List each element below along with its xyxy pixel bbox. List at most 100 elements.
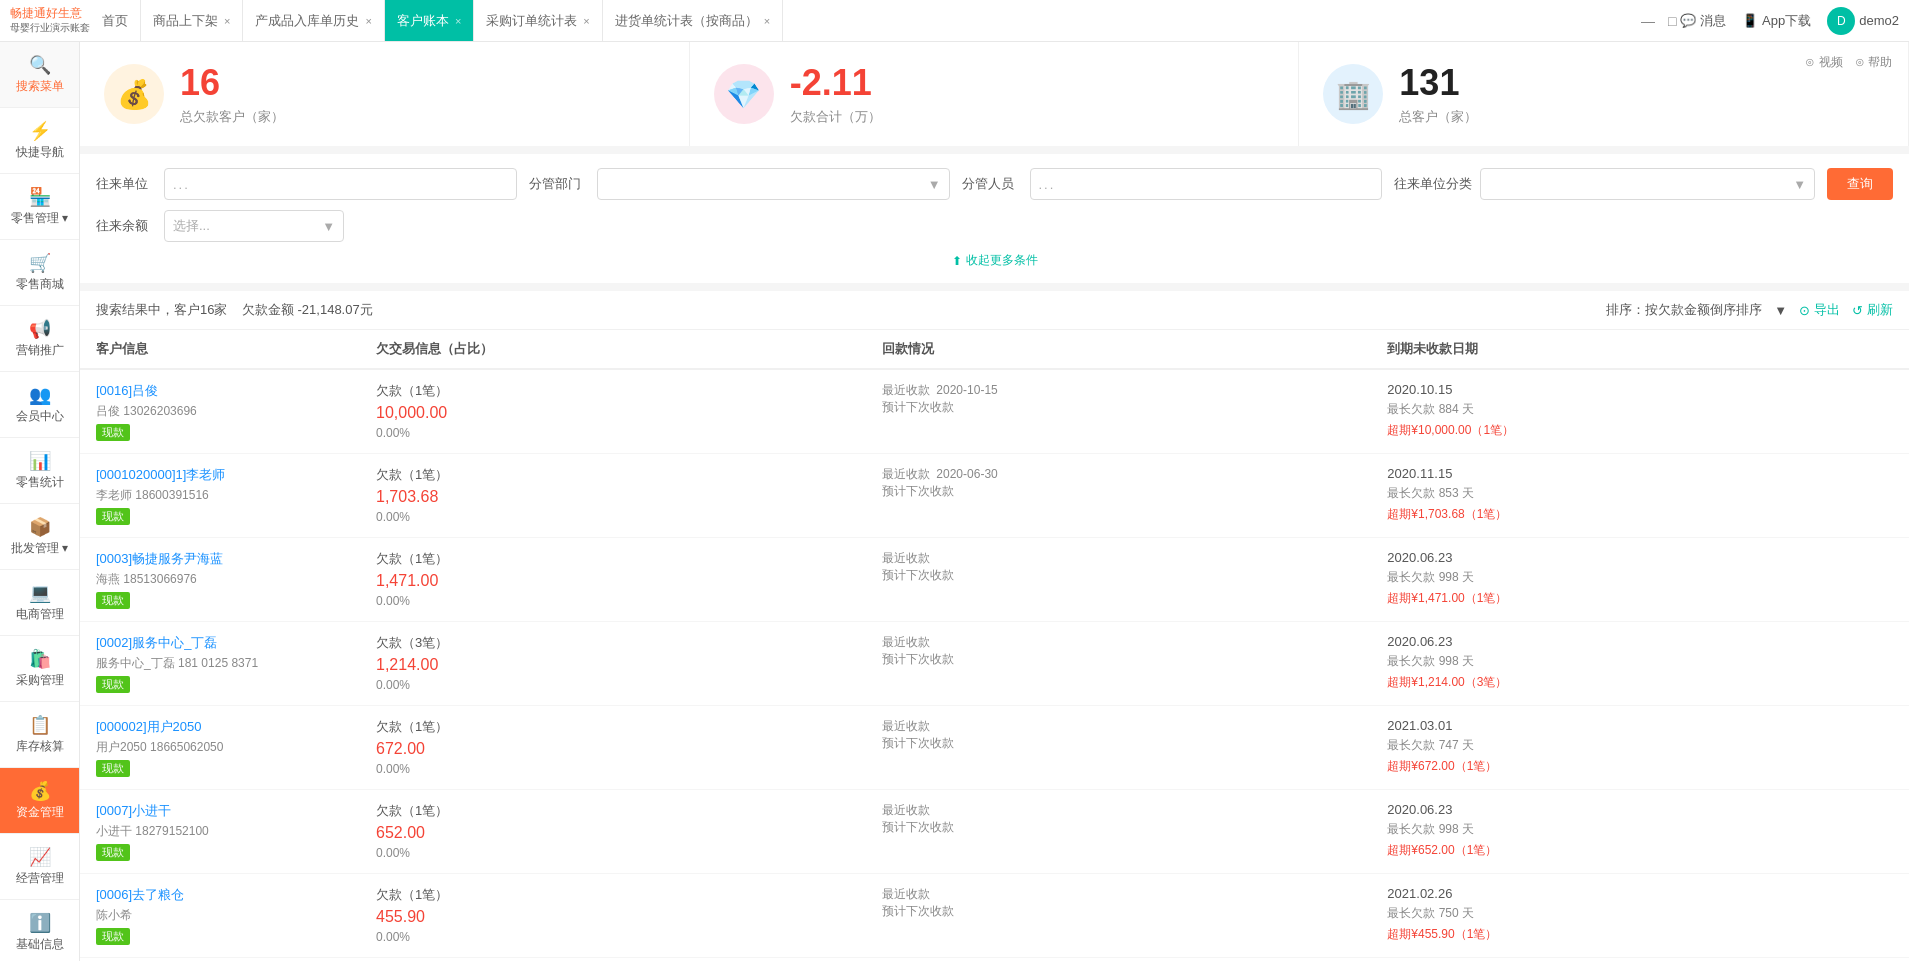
export-button[interactable]: ⊙ 导出 [1799, 301, 1840, 319]
app-download-button[interactable]: 📱 App下载 [1742, 12, 1811, 30]
customer-name-link[interactable]: [0003]畅捷服务尹海蓝 [96, 550, 376, 568]
sidebar-item-finance[interactable]: 💰资金管理 [0, 768, 79, 834]
tab-close-customer-account[interactable]: × [455, 15, 461, 27]
tag-cash: 现款 [96, 424, 130, 441]
next-repay-label: 预计下次收款 [882, 483, 1388, 500]
overdue-days: 最长欠款 853 天 [1387, 485, 1893, 502]
data-table: 客户信息 欠交易信息（占比） 回款情况 到期未收款日期 [0016]吕俊 吕俊 … [80, 330, 1909, 961]
window-minimize[interactable]: — [1640, 13, 1656, 29]
sidebar-icon-quick-nav: ⚡ [29, 120, 51, 142]
debt-percent: 0.00% [376, 762, 882, 776]
dept-select[interactable]: ▼ [597, 168, 950, 200]
tag-cash: 现款 [96, 844, 130, 861]
debt-count: 欠款（1笔） [376, 466, 882, 484]
tab-close-purchase-stat[interactable]: × [764, 15, 770, 27]
overdue-amount[interactable]: 超期¥455.90（1笔） [1387, 926, 1893, 943]
search-button[interactable]: 查询 [1827, 168, 1893, 200]
collapse-more-filters[interactable]: ⬆ 收起更多条件 [96, 252, 1893, 269]
debt-percent: 0.00% [376, 846, 882, 860]
customer-name-link[interactable]: [0007]小进干 [96, 802, 376, 820]
sidebar-item-retail-mall[interactable]: 🛒零售商城 [0, 240, 79, 306]
customer-name-link[interactable]: [0006]去了粮仓 [96, 886, 376, 904]
overdue-amount[interactable]: 超期¥652.00（1笔） [1387, 842, 1893, 859]
overdue-amount[interactable]: 超期¥10,000.00（1笔） [1387, 422, 1893, 439]
sidebar-item-ecommerce[interactable]: 💻电商管理 [0, 570, 79, 636]
debt-count: 欠款（1笔） [376, 382, 882, 400]
filter-supplier-label: 往来单位 [96, 175, 156, 193]
balance-select[interactable]: 选择... ▼ [164, 210, 344, 242]
video-link[interactable]: ⊙ 视频 [1805, 54, 1842, 71]
due-date: 2020.10.15 [1387, 382, 1893, 397]
customer-info: [0016]吕俊 吕俊 13026203696 现款 [96, 382, 376, 441]
due-date: 2020.06.23 [1387, 550, 1893, 565]
supplier-input[interactable]: ... [164, 168, 517, 200]
customer-phone: 小进干 18279152100 [96, 823, 376, 840]
last-repay-label: 最近收款 [882, 886, 1388, 903]
sidebar-item-wholesale-mgmt[interactable]: 📦批发管理 ▾ [0, 504, 79, 570]
tab-home[interactable]: 首页 [90, 0, 141, 41]
tab-close-purchase-order[interactable]: × [583, 15, 589, 27]
last-repay-label: 最近收款 2020-06-30 [882, 466, 1388, 483]
tab-customer-account[interactable]: 客户账本× [385, 0, 474, 41]
sidebar-item-retail-stat[interactable]: 📊零售统计 [0, 438, 79, 504]
sidebar-item-member[interactable]: 👥会员中心 [0, 372, 79, 438]
overdue-amount[interactable]: 超期¥1,703.68（1笔） [1387, 506, 1893, 523]
help-link[interactable]: ⊙ 帮助 [1855, 54, 1892, 71]
next-repay-label: 预计下次收款 [882, 819, 1388, 836]
tab-close-produce-history[interactable]: × [365, 15, 371, 27]
overdue-amount[interactable]: 超期¥1,214.00（3笔） [1387, 674, 1893, 691]
sidebar-item-inventory[interactable]: 📋库存核算 [0, 702, 79, 768]
date-info: 2020.06.23 最长欠款 998 天 超期¥652.00（1笔） [1387, 802, 1893, 859]
overdue-amount[interactable]: 超期¥1,471.00（1笔） [1387, 590, 1893, 607]
chevron-up-icon: ⬆ [952, 254, 962, 268]
last-repay-label: 最近收款 [882, 718, 1388, 735]
window-maximize[interactable]: □ [1664, 13, 1680, 29]
filter-supplier: 往来单位 ... [96, 168, 517, 200]
table-row: [000002]用户2050 用户2050 18665062050 现款 欠款（… [80, 706, 1909, 790]
top-right: 💬 消息 📱 App下载 D demo2 [1680, 7, 1899, 35]
message-button[interactable]: 💬 消息 [1680, 12, 1726, 30]
debt-info: 欠款（1笔） 1,471.00 0.00% [376, 550, 882, 608]
sidebar-item-search[interactable]: 🔍搜索菜单 [0, 42, 79, 108]
sidebar-item-operations[interactable]: 📈经营管理 [0, 834, 79, 900]
customer-phone: 李老师 18600391516 [96, 487, 376, 504]
debt-amount: 455.90 [376, 908, 882, 926]
last-repay-label: 最近收款 [882, 550, 1388, 567]
sidebar-item-quick-nav[interactable]: ⚡快捷导航 [0, 108, 79, 174]
sidebar-icon-member: 👥 [29, 384, 51, 406]
customer-phone: 吕俊 13026203696 [96, 403, 376, 420]
tab-purchase-order[interactable]: 采购订单统计表× [474, 0, 602, 41]
avatar: D [1827, 7, 1855, 35]
customer-name-link[interactable]: [0001020000]1]李老师 [96, 466, 376, 484]
table-header: 客户信息 欠交易信息（占比） 回款情况 到期未收款日期 [80, 330, 1909, 370]
debt-count: 欠款（1笔） [376, 718, 882, 736]
tab-product-off[interactable]: 商品上下架× [141, 0, 243, 41]
tab-produce-history[interactable]: 产成品入库单历史× [243, 0, 384, 41]
due-date: 2020.06.23 [1387, 634, 1893, 649]
sidebar-icon-purchase-mgmt: 🛍️ [29, 648, 51, 670]
user-menu[interactable]: D demo2 [1827, 7, 1899, 35]
tab-purchase-stat[interactable]: 进货单统计表（按商品）× [603, 0, 783, 41]
overdue-days: 最长欠款 998 天 [1387, 821, 1893, 838]
tab-close-product-off[interactable]: × [224, 15, 230, 27]
customer-name-link[interactable]: [000002]用户2050 [96, 718, 376, 736]
customer-name-link[interactable]: [0016]吕俊 [96, 382, 376, 400]
debt-percent: 0.00% [376, 594, 882, 608]
customer-name-link[interactable]: [0002]服务中心_丁磊 [96, 634, 376, 652]
next-repay-label: 预计下次收款 [882, 735, 1388, 752]
logo-text: 畅捷通好生意 [10, 6, 90, 20]
repay-info: 最近收款 预计下次收款 [882, 802, 1388, 836]
overdue-amount[interactable]: 超期¥672.00（1笔） [1387, 758, 1893, 775]
sidebar-item-purchase-mgmt[interactable]: 🛍️采购管理 [0, 636, 79, 702]
sidebar-item-basic-info[interactable]: ℹ️基础信息 [0, 900, 79, 961]
refresh-icon: ↺ [1852, 303, 1863, 318]
category-select[interactable]: ▼ [1480, 168, 1815, 200]
header-debt: 欠交易信息（占比） [376, 340, 882, 358]
filter-person: 分管人员 ... [962, 168, 1383, 200]
person-input[interactable]: ... [1030, 168, 1383, 200]
sidebar-icon-ecommerce: 💻 [29, 582, 51, 604]
debt-info: 欠款（3笔） 1,214.00 0.00% [376, 634, 882, 692]
sidebar-item-marketing[interactable]: 📢营销推广 [0, 306, 79, 372]
sidebar-item-retail-mgmt[interactable]: 🏪零售管理 ▾ [0, 174, 79, 240]
refresh-button[interactable]: ↺ 刷新 [1852, 301, 1893, 319]
